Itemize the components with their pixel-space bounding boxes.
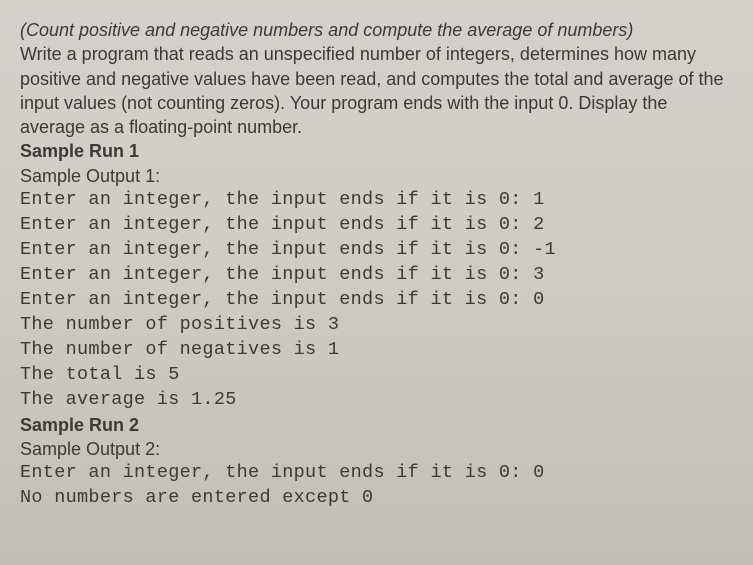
sample-output-2-label: Sample Output 2: <box>20 437 733 461</box>
sample-run-2-label: Sample Run 2 <box>20 413 733 437</box>
output-line: Enter an integer, the input ends if it i… <box>20 188 733 213</box>
output-line: Enter an integer, the input ends if it i… <box>20 238 733 263</box>
sample-run-1-label: Sample Run 1 <box>20 139 733 163</box>
output-line: Enter an integer, the input ends if it i… <box>20 288 733 313</box>
output-line: Enter an integer, the input ends if it i… <box>20 213 733 238</box>
output-line: Enter an integer, the input ends if it i… <box>20 461 733 486</box>
problem-title: (Count positive and negative numbers and… <box>20 18 733 42</box>
output-line: Enter an integer, the input ends if it i… <box>20 263 733 288</box>
output-line: The number of negatives is 1 <box>20 338 733 363</box>
sample-output-1-label: Sample Output 1: <box>20 164 733 188</box>
problem-description: Write a program that reads an unspecifie… <box>20 42 733 139</box>
output-line: The average is 1.25 <box>20 388 733 413</box>
output-line: No numbers are entered except 0 <box>20 486 733 511</box>
output-line: The total is 5 <box>20 363 733 388</box>
output-line: The number of positives is 3 <box>20 313 733 338</box>
